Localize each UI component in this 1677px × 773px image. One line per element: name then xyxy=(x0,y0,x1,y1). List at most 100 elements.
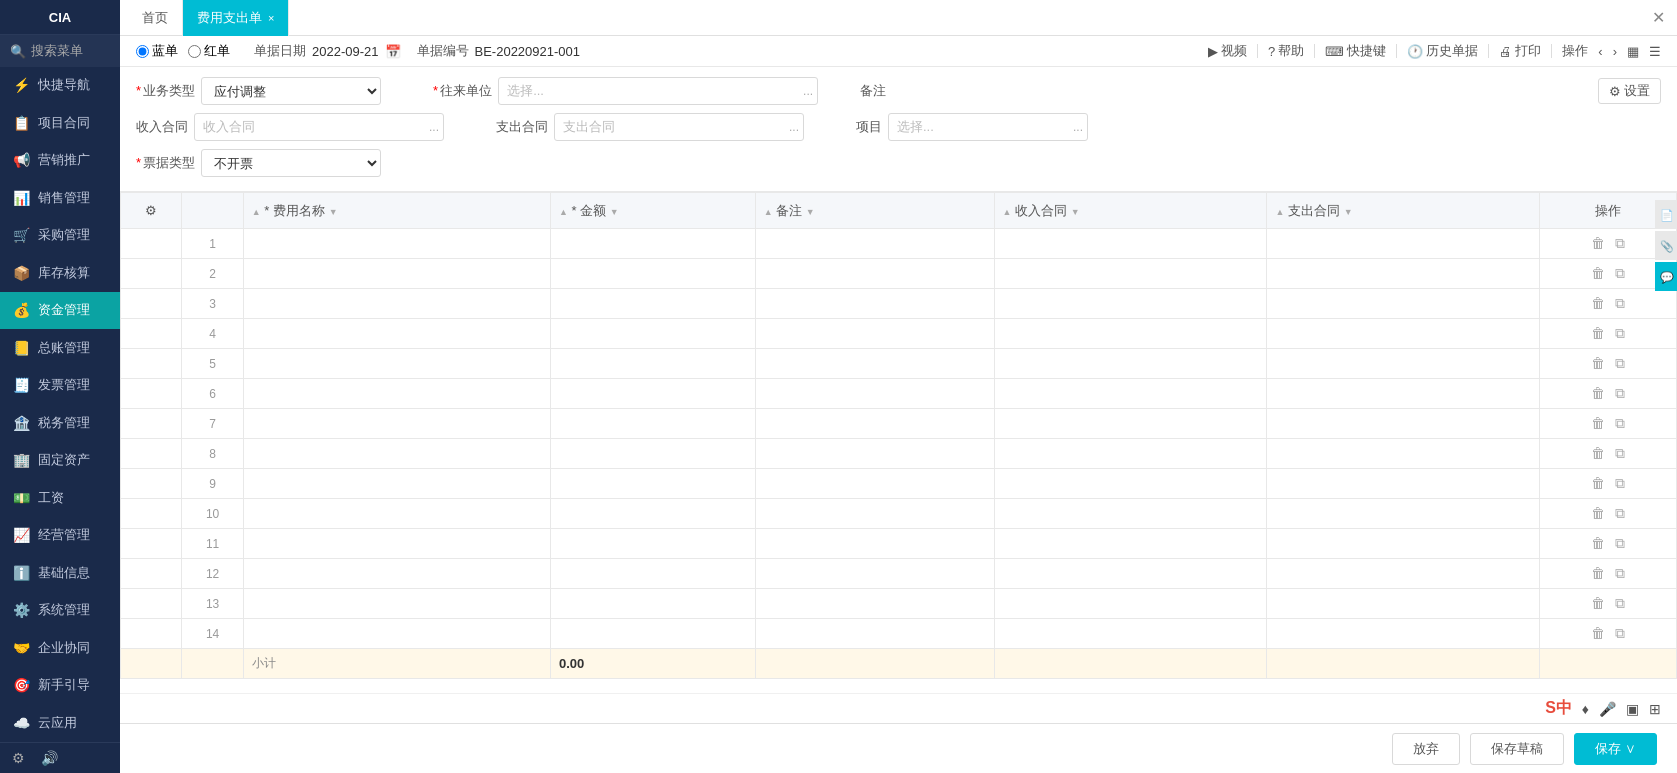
sidebar-item-quick-nav[interactable]: ⚡ 快捷导航 xyxy=(0,67,120,105)
income-contract-wrap[interactable]: 收入合同 ... xyxy=(194,113,444,141)
copy-icon[interactable]: ⧉ xyxy=(1612,595,1628,611)
row-note[interactable] xyxy=(755,559,994,589)
sidebar-item-project-contract[interactable]: 📋 项目合同 xyxy=(0,104,120,142)
sidebar-item-invoice[interactable]: 🧾 发票管理 xyxy=(0,367,120,405)
logo-icon-grid2[interactable]: ⊞ xyxy=(1649,701,1661,717)
tab-home[interactable]: 首页 xyxy=(128,0,183,36)
row-expense-contract[interactable] xyxy=(1267,409,1540,439)
row-income-contract[interactable] xyxy=(994,229,1267,259)
row-note[interactable] xyxy=(755,289,994,319)
sidebar-item-marketing[interactable]: 📢 营销推广 xyxy=(0,142,120,180)
row-expense-contract[interactable] xyxy=(1267,229,1540,259)
sidebar-item-enterprise[interactable]: 🤝 企业协同 xyxy=(0,629,120,667)
row-expense-name[interactable] xyxy=(243,589,550,619)
help-btn[interactable]: ? 帮助 xyxy=(1268,42,1304,60)
row-note[interactable] xyxy=(755,349,994,379)
row-income-contract[interactable] xyxy=(994,499,1267,529)
radio-blue-input[interactable] xyxy=(136,45,149,58)
row-note[interactable] xyxy=(755,529,994,559)
row-note[interactable] xyxy=(755,619,994,649)
row-income-contract[interactable] xyxy=(994,559,1267,589)
sidebar-item-tax[interactable]: 🏦 税务管理 xyxy=(0,404,120,442)
window-close-button[interactable]: ✕ xyxy=(1648,8,1669,27)
row-amount[interactable] xyxy=(550,469,755,499)
row-income-contract[interactable] xyxy=(994,319,1267,349)
row-note[interactable] xyxy=(755,499,994,529)
project-ellipsis[interactable]: ... xyxy=(1069,120,1087,134)
row-expense-name[interactable] xyxy=(243,289,550,319)
logo-icon-grid[interactable]: ▣ xyxy=(1626,701,1639,717)
sidebar-item-purchase[interactable]: 🛒 采购管理 xyxy=(0,217,120,255)
delete-icon[interactable]: 🗑 xyxy=(1588,595,1608,611)
radio-blue[interactable]: 蓝单 xyxy=(136,42,178,60)
bill-type-select[interactable]: 不开票 xyxy=(202,150,380,176)
copy-icon[interactable]: ⧉ xyxy=(1612,475,1628,491)
sidebar-item-new-guide[interactable]: 🎯 新手引导 xyxy=(0,667,120,705)
row-expense-name[interactable] xyxy=(243,469,550,499)
row-expense-name[interactable] xyxy=(243,259,550,289)
row-amount[interactable] xyxy=(550,409,755,439)
row-expense-contract[interactable] xyxy=(1267,529,1540,559)
row-expense-name[interactable] xyxy=(243,229,550,259)
row-amount[interactable] xyxy=(550,319,755,349)
row-expense-name[interactable] xyxy=(243,379,550,409)
business-type-select[interactable]: 应付调整 xyxy=(202,78,380,104)
row-expense-name[interactable] xyxy=(243,559,550,589)
right-icon-clip[interactable]: 📎 xyxy=(1655,231,1677,260)
row-amount[interactable] xyxy=(550,559,755,589)
delete-icon[interactable]: 🗑 xyxy=(1588,415,1608,431)
row-note[interactable] xyxy=(755,409,994,439)
copy-icon[interactable]: ⧉ xyxy=(1612,325,1628,341)
row-expense-contract[interactable] xyxy=(1267,349,1540,379)
operate-btn[interactable]: 操作 xyxy=(1562,42,1588,60)
video-btn[interactable]: ▶ 视频 xyxy=(1208,42,1247,60)
copy-icon[interactable]: ⧉ xyxy=(1612,505,1628,521)
right-icon-chat[interactable]: 💬 xyxy=(1655,262,1677,291)
row-amount[interactable] xyxy=(550,589,755,619)
row-expense-name[interactable] xyxy=(243,619,550,649)
row-expense-name[interactable] xyxy=(243,439,550,469)
row-income-contract[interactable] xyxy=(994,349,1267,379)
delete-icon[interactable]: 🗑 xyxy=(1588,475,1608,491)
print-btn[interactable]: 🖨 打印 xyxy=(1499,42,1541,60)
save-button[interactable]: 保存 ∨ xyxy=(1574,733,1657,765)
expense-contract-ellipsis[interactable]: ... xyxy=(785,120,803,134)
row-expense-name[interactable] xyxy=(243,349,550,379)
partner-ellipsis[interactable]: ... xyxy=(799,84,817,98)
list-view-btn[interactable]: ☰ xyxy=(1649,44,1661,59)
copy-icon[interactable]: ⧉ xyxy=(1612,415,1628,431)
sidebar-item-system[interactable]: ⚙️ 系统管理 xyxy=(0,592,120,630)
row-note[interactable] xyxy=(755,379,994,409)
calendar-icon[interactable]: 📅 xyxy=(385,44,401,59)
row-note[interactable] xyxy=(755,589,994,619)
business-type-select-wrap[interactable]: 应付调整 xyxy=(201,77,381,105)
copy-icon[interactable]: ⧉ xyxy=(1612,565,1628,581)
sidebar-item-sales[interactable]: 📊 销售管理 xyxy=(0,179,120,217)
sidebar-item-fixed-assets[interactable]: 🏢 固定资产 xyxy=(0,442,120,480)
volume-bottom-icon[interactable]: 🔊 xyxy=(41,750,58,766)
row-expense-contract[interactable] xyxy=(1267,499,1540,529)
tab-expense-close[interactable]: × xyxy=(268,12,274,24)
row-expense-contract[interactable] xyxy=(1267,319,1540,349)
set-button[interactable]: ⚙ 设置 xyxy=(1598,78,1661,104)
row-income-contract[interactable] xyxy=(994,469,1267,499)
row-amount[interactable] xyxy=(550,379,755,409)
settings-bottom-icon[interactable]: ⚙ xyxy=(12,750,25,766)
row-amount[interactable] xyxy=(550,529,755,559)
row-income-contract[interactable] xyxy=(994,589,1267,619)
copy-icon[interactable]: ⧉ xyxy=(1612,265,1628,281)
row-note[interactable] xyxy=(755,469,994,499)
delete-icon[interactable]: 🗑 xyxy=(1588,385,1608,401)
row-expense-contract[interactable] xyxy=(1267,469,1540,499)
row-amount[interactable] xyxy=(550,499,755,529)
sidebar-item-salary[interactable]: 💵 工资 xyxy=(0,479,120,517)
row-expense-name[interactable] xyxy=(243,499,550,529)
row-income-contract[interactable] xyxy=(994,439,1267,469)
expense-contract-wrap[interactable]: 支出合同 ... xyxy=(554,113,804,141)
history-btn[interactable]: 🕐 历史单据 xyxy=(1407,42,1478,60)
row-expense-contract[interactable] xyxy=(1267,289,1540,319)
copy-icon[interactable]: ⧉ xyxy=(1612,235,1628,251)
tab-expense[interactable]: 费用支出单 × xyxy=(183,0,289,36)
row-expense-name[interactable] xyxy=(243,409,550,439)
right-icon-doc[interactable]: 📄 xyxy=(1655,200,1677,229)
